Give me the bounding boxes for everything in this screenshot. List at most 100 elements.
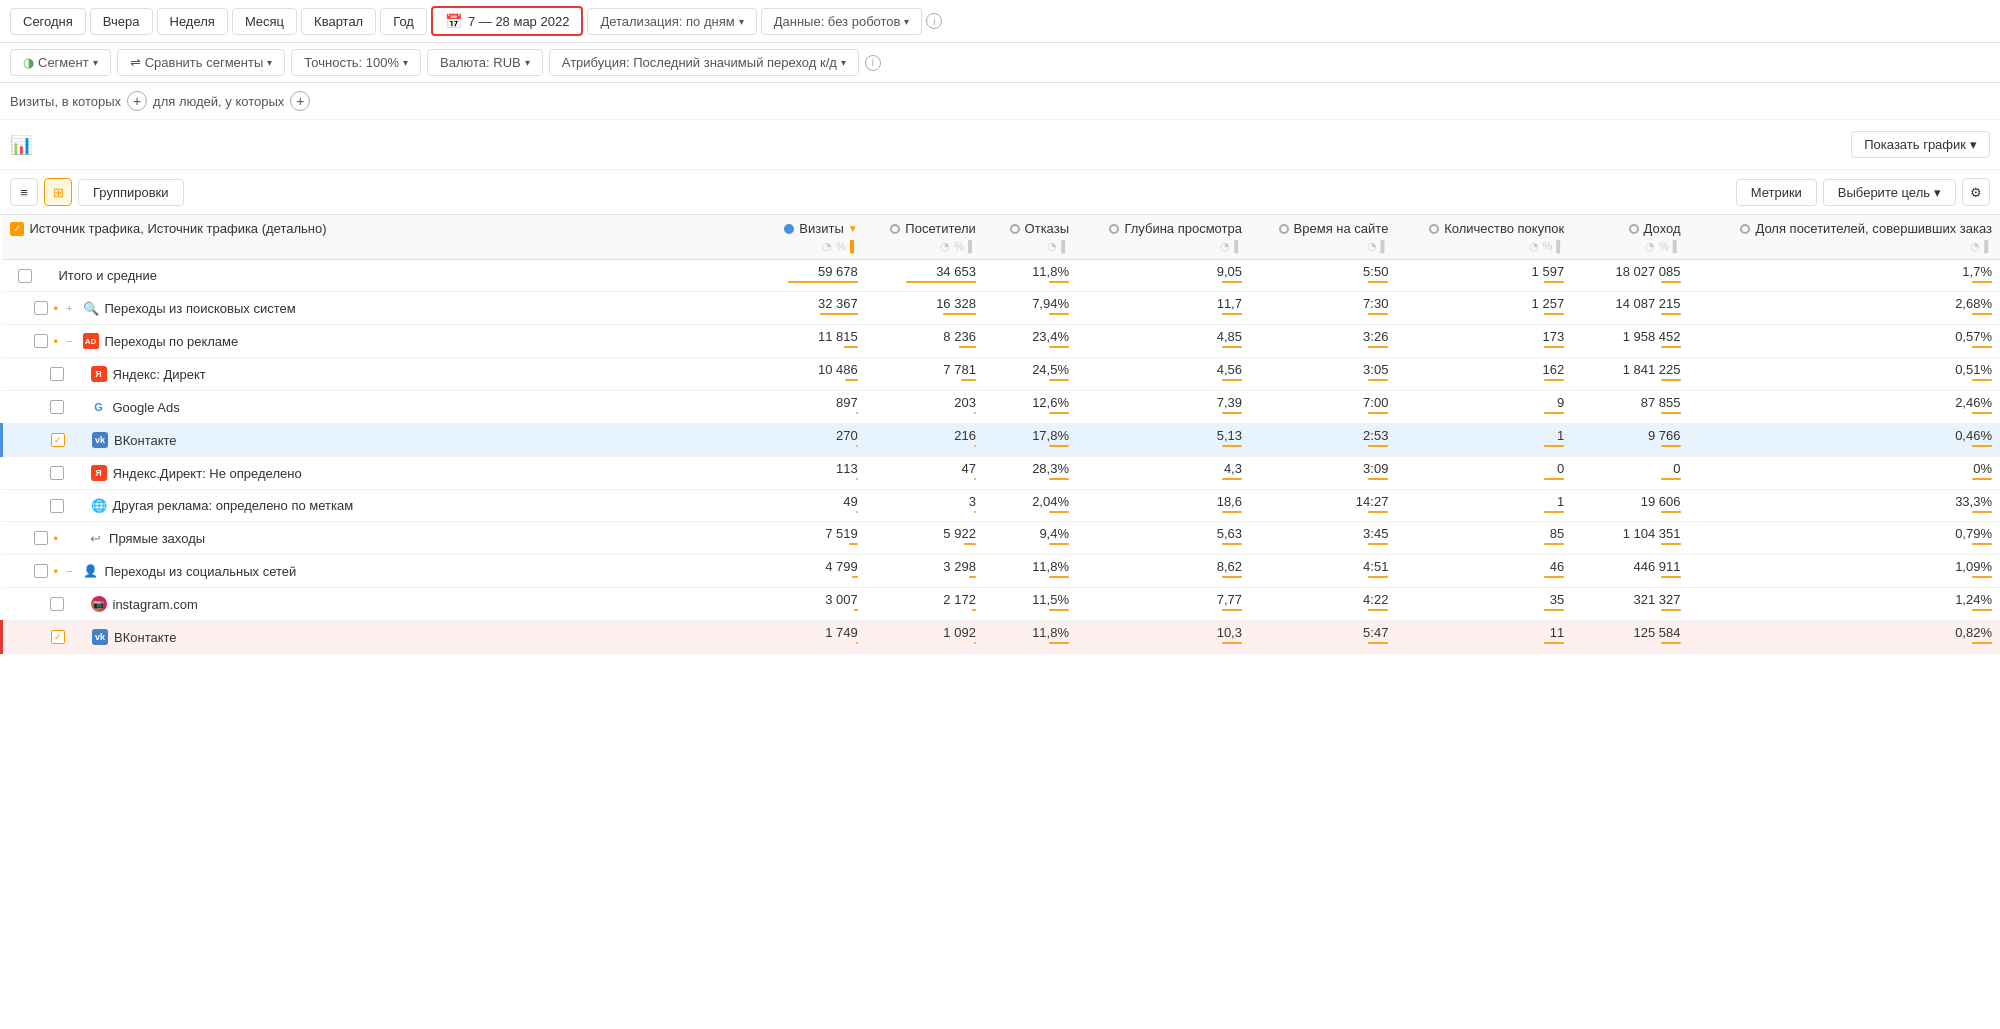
bar-icon8[interactable]: ▌ — [1984, 240, 1992, 253]
metric-value: 2,46% — [1955, 395, 1992, 410]
info-icon[interactable]: i — [926, 13, 942, 29]
btn-month[interactable]: Месяц — [232, 8, 297, 35]
filter-add-button2[interactable]: + — [290, 91, 310, 111]
source-name: Яндекс: Директ — [113, 367, 206, 382]
pie-icon3[interactable]: ◔ — [1047, 240, 1057, 253]
btn-detail[interactable]: Детализация: по дням ▾ — [587, 8, 756, 35]
filter-add-button[interactable]: + — [127, 91, 147, 111]
metric-cell: 18,6 — [1077, 490, 1250, 522]
metric-value: 2 172 — [943, 592, 976, 607]
pie-icon2[interactable]: ◔ — [940, 240, 950, 253]
metric-cell: 270 — [761, 424, 866, 457]
row-checkbox[interactable] — [34, 334, 48, 348]
btn-date-range[interactable]: 📅 7 — 28 мар 2022 — [431, 6, 583, 36]
pie-icon5[interactable]: ◔ — [1367, 240, 1377, 253]
metric-cell: 7:00 — [1250, 391, 1396, 424]
expand-icon[interactable]: + — [66, 302, 72, 314]
metrics-button[interactable]: Метрики — [1736, 179, 1817, 206]
metric-value: 1 958 452 — [1623, 329, 1681, 344]
metric-value: 5,13 — [1217, 428, 1242, 443]
metric-cell: 59 678 — [761, 260, 866, 292]
mini-bar — [1972, 281, 1992, 283]
row-checkbox[interactable] — [18, 269, 32, 283]
metric-value: 2,04% — [1032, 494, 1069, 509]
choose-goal-button[interactable]: Выберите цель ▾ — [1823, 179, 1956, 206]
bar-icon4[interactable]: ▌ — [1234, 240, 1242, 253]
bar-icon5[interactable]: ▌ — [1381, 240, 1389, 253]
row-checkbox[interactable] — [50, 400, 64, 414]
mini-bar — [1049, 346, 1069, 348]
metric-value: 1 104 351 — [1623, 526, 1681, 541]
btn-currency[interactable]: Валюта: RUB ▾ — [427, 49, 543, 76]
row-checkbox[interactable] — [50, 597, 64, 611]
btn-year[interactable]: Год — [380, 8, 427, 35]
mini-bar — [1049, 576, 1069, 578]
metric-cell: 5,63 — [1077, 522, 1250, 555]
percent-icon2[interactable]: % — [954, 240, 964, 253]
metric-value: 5,63 — [1217, 526, 1242, 541]
settings-button[interactable]: ⚙ — [1962, 178, 1990, 206]
collapse-icon[interactable]: − — [66, 335, 72, 347]
row-checkbox[interactable] — [34, 301, 48, 315]
table-view-button[interactable]: ⊞ — [44, 178, 72, 206]
bar-icon[interactable]: ▌ — [850, 240, 858, 253]
mini-bar — [959, 346, 976, 348]
show-chart-label: Показать график — [1864, 137, 1966, 152]
bar-icon6[interactable]: ▌ — [1556, 240, 1564, 253]
pie-icon6[interactable]: ◔ — [1529, 240, 1539, 253]
bar-icon3[interactable]: ▌ — [1061, 240, 1069, 253]
chevron-down-icon: ▾ — [739, 16, 744, 27]
row-checkbox[interactable]: ✓ — [51, 433, 65, 447]
row-checkbox[interactable] — [50, 466, 64, 480]
data-label: Данные: без роботов — [774, 14, 901, 29]
btn-today[interactable]: Сегодня — [10, 8, 86, 35]
btn-segment[interactable]: ◑ Сегмент ▾ — [10, 49, 111, 76]
mini-bar — [1049, 412, 1069, 414]
pie-icon8[interactable]: ◔ — [1970, 240, 1980, 253]
metric-cell: 24,5% — [984, 358, 1077, 391]
row-checkbox[interactable] — [34, 531, 48, 545]
mini-bar — [1972, 543, 1992, 545]
metric-value: 0,46% — [1955, 428, 1992, 443]
info-icon-2[interactable]: i — [865, 55, 881, 71]
metric-cell: 1 749 — [761, 621, 866, 654]
pie-icon[interactable]: ◔ — [822, 240, 832, 253]
btn-yesterday[interactable]: Вчера — [90, 8, 153, 35]
list-view-button[interactable]: ≡ — [10, 178, 38, 206]
collapse-icon[interactable]: − — [66, 565, 72, 577]
metric-value: 0,51% — [1955, 362, 1992, 377]
mini-bar — [1222, 379, 1242, 381]
bar-icon7[interactable]: ▌ — [1673, 240, 1681, 253]
row-checkbox[interactable] — [50, 367, 64, 381]
percent-icon6[interactable]: % — [1543, 240, 1553, 253]
bullet: • — [54, 301, 59, 316]
attribution-label: Атрибуция: Последний значимый переход к/… — [562, 55, 837, 70]
row-checkbox[interactable]: ✓ — [51, 630, 65, 644]
percent-icon7[interactable]: % — [1659, 240, 1669, 253]
btn-quarter[interactable]: Квартал — [301, 8, 376, 35]
metric-cell: 1 — [1396, 490, 1572, 522]
btn-accuracy[interactable]: Точность: 100% ▾ — [291, 49, 421, 76]
btn-week[interactable]: Неделя — [157, 8, 228, 35]
pie-icon7[interactable]: ◔ — [1645, 240, 1655, 253]
groupings-button[interactable]: Группировки — [78, 179, 184, 206]
col-time: Время на сайте ◔ ▌ — [1250, 215, 1396, 260]
metric-cell: 35 — [1396, 588, 1572, 621]
mini-bar — [854, 609, 858, 611]
metric-value: 1 092 — [943, 625, 976, 640]
btn-data[interactable]: Данные: без роботов ▾ — [761, 8, 923, 35]
pie-icon4[interactable]: ◔ — [1220, 240, 1230, 253]
bar-icon2[interactable]: ▌ — [968, 240, 976, 253]
mini-bar — [1972, 379, 1992, 381]
mini-bar — [1049, 313, 1069, 315]
btn-attribution[interactable]: Атрибуция: Последний значимый переход к/… — [549, 49, 859, 76]
percent-icon[interactable]: % — [836, 240, 846, 253]
btn-compare[interactable]: ⇌ Сравнить сегменты ▾ — [117, 49, 286, 76]
row-checkbox[interactable] — [34, 564, 48, 578]
mini-bar — [961, 379, 976, 381]
chevron-down-icon: ▾ — [403, 57, 408, 68]
row-checkbox[interactable] — [50, 499, 64, 513]
metric-value: 446 911 — [1634, 559, 1681, 574]
show-chart-button[interactable]: Показать график ▾ — [1851, 131, 1990, 158]
select-all-checkbox[interactable]: ✓ — [10, 222, 24, 236]
